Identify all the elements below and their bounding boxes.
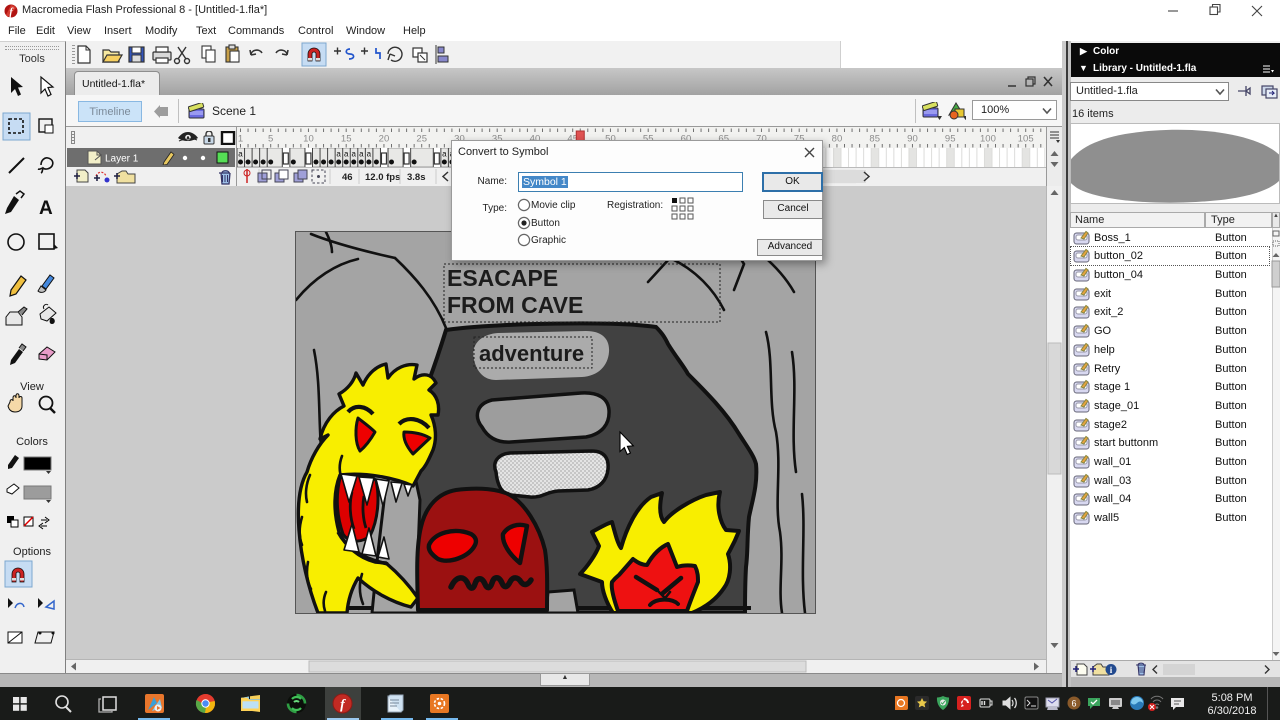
svg-text:Layer 1: Layer 1: [105, 154, 139, 165]
svg-text:A: A: [39, 198, 53, 219]
svg-text:105: 105: [1018, 134, 1034, 145]
svg-text:5:08 PM: 5:08 PM: [1212, 692, 1253, 704]
svg-text:a: a: [336, 150, 341, 159]
svg-text:85: 85: [869, 134, 880, 145]
svg-text:12.0 fps: 12.0 fps: [365, 172, 400, 183]
svg-text:FROM CAVE: FROM CAVE: [447, 292, 583, 318]
svg-text:adventure: adventure: [479, 341, 584, 366]
svg-text:15: 15: [341, 134, 352, 145]
svg-text:6/30/2018: 6/30/2018: [1208, 705, 1257, 717]
svg-text:ESACAPE: ESACAPE: [447, 265, 558, 291]
svg-text:100: 100: [980, 134, 996, 145]
svg-text:a: a: [367, 150, 372, 159]
svg-text:46: 46: [342, 172, 353, 183]
svg-text:95: 95: [945, 134, 956, 145]
svg-text:1: 1: [238, 134, 243, 145]
svg-text:80: 80: [832, 134, 843, 145]
svg-text:a: a: [442, 150, 447, 159]
svg-text:90: 90: [907, 134, 918, 145]
svg-text:10: 10: [303, 134, 314, 145]
svg-text:a: a: [238, 150, 243, 159]
svg-text:25: 25: [416, 134, 427, 145]
svg-text:a: a: [359, 150, 364, 159]
svg-text:3.8s: 3.8s: [407, 172, 426, 183]
svg-text:a: a: [344, 150, 349, 159]
svg-text:20: 20: [379, 134, 390, 145]
svg-text:6: 6: [1071, 699, 1076, 709]
svg-text:a: a: [352, 150, 357, 159]
svg-text:5: 5: [268, 134, 273, 145]
